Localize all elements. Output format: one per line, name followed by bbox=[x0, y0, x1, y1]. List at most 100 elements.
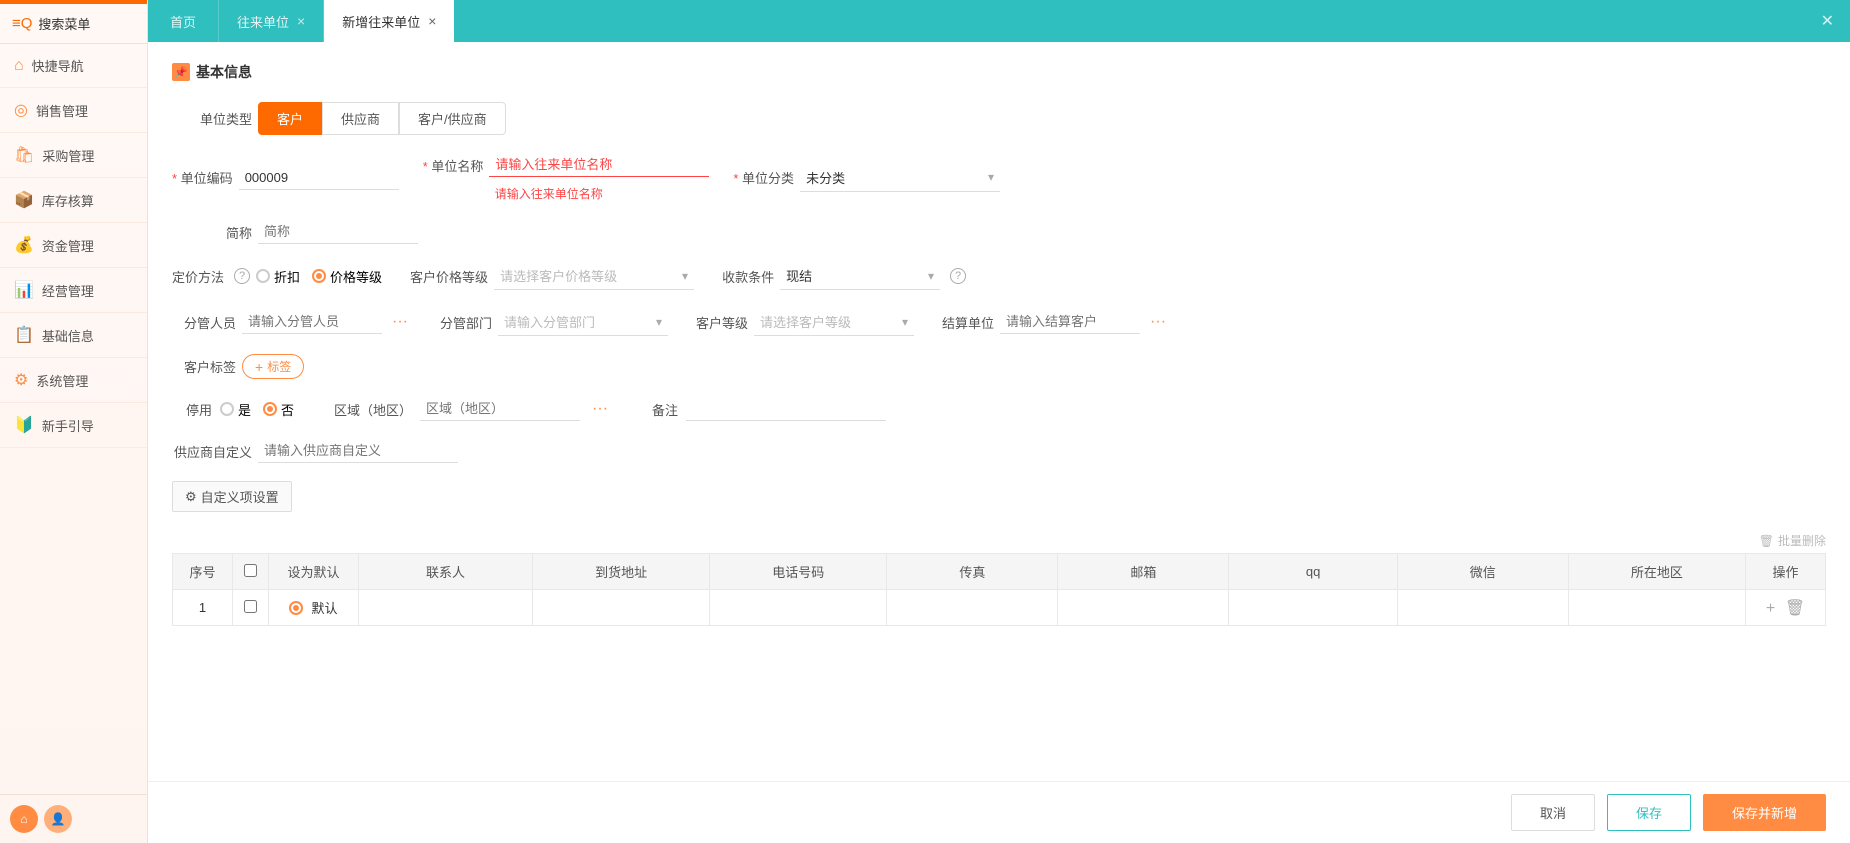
dept-label: 分管部门 bbox=[440, 313, 492, 332]
dept-field: 分管部门 请输入分管部门 ▾ bbox=[440, 308, 668, 336]
payment-terms-field: 收款条件 现结 ▾ ? bbox=[722, 262, 966, 290]
sidebar-item-label: 库存核算 bbox=[42, 191, 94, 210]
row-checkbox[interactable] bbox=[244, 600, 257, 613]
row-contact[interactable] bbox=[359, 590, 533, 626]
unit-name-input[interactable] bbox=[489, 153, 709, 177]
sidebar-user-btn[interactable]: 👤 bbox=[44, 805, 72, 833]
table-row: 1 默认 bbox=[173, 590, 1826, 626]
pricing-help-icon[interactable]: ? bbox=[234, 268, 250, 284]
qq-input[interactable] bbox=[1239, 596, 1386, 619]
row-delete-btn[interactable]: 🗑 bbox=[1782, 600, 1808, 617]
main-area: 首页往来单位×新增往来单位× ✕ 📌 基本信息 单位类型 客户 供应商 客户/供… bbox=[148, 0, 1850, 843]
row-add-btn[interactable]: + bbox=[1763, 600, 1778, 617]
row-wechat[interactable] bbox=[1397, 590, 1568, 626]
sidebar-item-sales[interactable]: ◎销售管理 bbox=[0, 88, 147, 133]
section-title: 📌 基本信息 bbox=[172, 62, 1826, 82]
th-phone: 电话号码 bbox=[710, 554, 887, 590]
sidebar-search[interactable]: ≡Q 搜索菜单 bbox=[0, 4, 147, 44]
row-address[interactable] bbox=[533, 590, 710, 626]
select-all-checkbox[interactable] bbox=[244, 564, 257, 577]
address-input[interactable] bbox=[543, 596, 699, 619]
row-email[interactable] bbox=[1058, 590, 1229, 626]
settlement-input[interactable] bbox=[1000, 310, 1140, 334]
payment-help-icon[interactable]: ? bbox=[950, 268, 966, 284]
manager-more-btn[interactable]: ··· bbox=[388, 313, 412, 331]
sidebar-item-operation[interactable]: 📊经营管理 bbox=[0, 268, 147, 313]
th-ops: 操作 bbox=[1746, 554, 1826, 590]
region-more-btn[interactable]: ··· bbox=[588, 400, 612, 418]
tab-close-icon[interactable]: × bbox=[428, 14, 436, 28]
row-phone[interactable] bbox=[710, 590, 887, 626]
payment-terms-label: 收款条件 bbox=[722, 267, 774, 286]
th-address: 到货地址 bbox=[533, 554, 710, 590]
th-check bbox=[233, 554, 269, 590]
save-button[interactable]: 保存 bbox=[1607, 794, 1691, 831]
customer-level-select[interactable]: 请选择客户等级 ▾ bbox=[754, 308, 914, 336]
manager-input[interactable] bbox=[242, 310, 382, 334]
customer-level-placeholder: 请选择客户等级 bbox=[760, 312, 898, 331]
tab-home[interactable]: 首页 bbox=[148, 0, 219, 42]
row-region[interactable] bbox=[1568, 590, 1745, 626]
pricing-discount-radio[interactable]: 折扣 bbox=[256, 267, 300, 286]
sidebar-item-system[interactable]: ⚙系统管理 bbox=[0, 358, 147, 403]
supplier-custom-row: 供应商自定义 bbox=[172, 439, 1826, 463]
fax-input[interactable] bbox=[897, 596, 1047, 619]
save-new-button[interactable]: 保存并新增 bbox=[1703, 794, 1826, 831]
supplier-custom-input[interactable] bbox=[258, 439, 458, 463]
pricing-level-label: 价格等级 bbox=[330, 267, 382, 286]
inventory-icon: 📦 bbox=[14, 190, 34, 210]
sidebar-item-basic[interactable]: 📋基础信息 bbox=[0, 313, 147, 358]
pricing-level-radio[interactable]: 价格等级 bbox=[312, 267, 382, 286]
dept-select[interactable]: 请输入分管部门 ▾ bbox=[498, 308, 668, 336]
abbr-row: 简称 bbox=[172, 220, 1826, 244]
close-window-btn[interactable]: ✕ bbox=[1805, 11, 1850, 31]
unit-type-customer-btn[interactable]: 客户 bbox=[258, 102, 322, 135]
unit-category-select[interactable]: 未分类 ▾ bbox=[800, 164, 1000, 192]
remark-input[interactable] bbox=[686, 397, 886, 421]
batch-delete-area[interactable]: 🗑 批量删除 bbox=[172, 532, 1826, 549]
contact-input[interactable] bbox=[369, 596, 522, 619]
sidebar-item-guide[interactable]: 🔰新手引导 bbox=[0, 403, 147, 448]
row-default[interactable]: 默认 bbox=[269, 590, 359, 626]
th-fax: 传真 bbox=[887, 554, 1058, 590]
unit-code-input[interactable] bbox=[239, 166, 399, 190]
customer-level-label: 客户等级 bbox=[696, 313, 748, 332]
unit-type-supplier-btn[interactable]: 供应商 bbox=[322, 102, 399, 135]
cancel-button[interactable]: 取消 bbox=[1511, 794, 1595, 831]
disabled-no-label: 否 bbox=[281, 400, 294, 419]
tab-close-icon[interactable]: × bbox=[297, 14, 305, 28]
unit-name-field-wrap: 单位名称 请输入往来单位名称 bbox=[423, 153, 710, 202]
custom-settings-btn[interactable]: ⚙ 自定义项设置 bbox=[172, 481, 292, 512]
wechat-input[interactable] bbox=[1408, 596, 1558, 619]
sidebar-item-quick-nav[interactable]: ⌂快捷导航 bbox=[0, 44, 147, 88]
abbr-input[interactable] bbox=[258, 220, 418, 244]
disabled-yes-radio[interactable]: 是 bbox=[220, 400, 251, 419]
unit-type-both-btn[interactable]: 客户/供应商 bbox=[399, 102, 506, 135]
sidebar-home-btn[interactable]: ⌂ bbox=[10, 805, 38, 833]
sidebar-item-purchase[interactable]: 🛍采购管理 bbox=[0, 133, 147, 178]
tab-new-partner[interactable]: 新增往来单位× bbox=[324, 0, 454, 42]
region-input[interactable] bbox=[420, 397, 580, 421]
add-tag-btn[interactable]: + 标签 bbox=[242, 354, 304, 379]
tags-row: 客户标签 + 标签 bbox=[172, 354, 1826, 379]
row-fax[interactable] bbox=[887, 590, 1058, 626]
manager-field: 分管人员 ··· bbox=[172, 310, 412, 334]
disabled-no-radio[interactable]: 否 bbox=[263, 400, 294, 419]
tab-label: 往来单位 bbox=[237, 12, 289, 31]
customer-price-select[interactable]: 请选择客户价格等级 ▾ bbox=[494, 262, 694, 290]
sidebar-item-finance[interactable]: 💰资金管理 bbox=[0, 223, 147, 268]
th-region: 所在地区 bbox=[1568, 554, 1745, 590]
payment-terms-select[interactable]: 现结 ▾ bbox=[780, 262, 940, 290]
row-region-input[interactable] bbox=[1579, 596, 1735, 619]
sidebar-item-inventory[interactable]: 📦 库存核算 bbox=[0, 178, 147, 223]
email-input[interactable] bbox=[1068, 596, 1218, 619]
pricing-row: 定价方法 ? 折扣 价格等级 客户价格等级 bbox=[172, 262, 1826, 290]
settlement-more-btn[interactable]: ··· bbox=[1146, 313, 1170, 331]
region-field: 区域（地区） ··· bbox=[334, 397, 612, 421]
row-check[interactable] bbox=[233, 590, 269, 626]
phone-input[interactable] bbox=[720, 596, 876, 619]
row-qq[interactable] bbox=[1229, 590, 1397, 626]
batch-delete-icon: 🗑 bbox=[1759, 534, 1774, 548]
tab-partners[interactable]: 往来单位 × bbox=[219, 0, 324, 42]
sidebar: ≡Q 搜索菜单 ⌂快捷导航◎销售管理🛍采购管理 📦 库存核算 💰资金管理📊经营管理📋基… bbox=[0, 0, 148, 843]
